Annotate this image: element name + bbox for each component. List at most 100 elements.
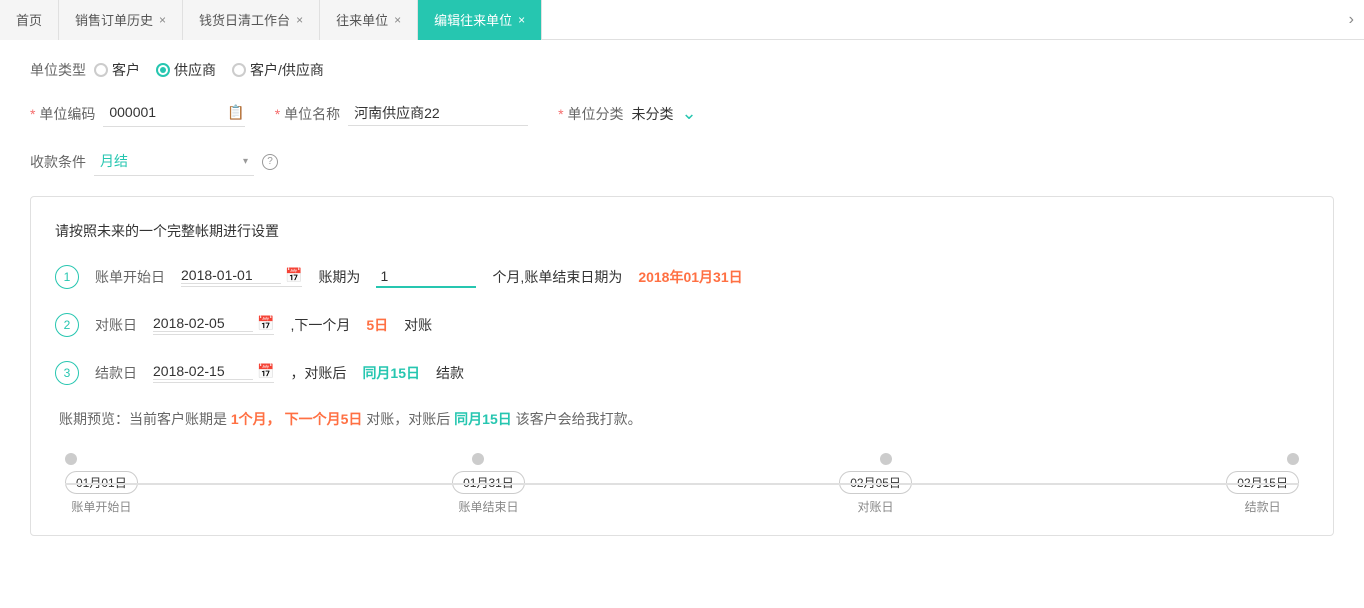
step-1-calendar-icon[interactable]: 📅	[285, 267, 302, 284]
timeline-label-0: 账单开始日	[71, 498, 131, 515]
step-2-date-input[interactable]	[153, 315, 253, 332]
step-3-calendar-icon[interactable]: 📅	[257, 363, 274, 380]
timeline-wrapper: 01月01日 账单开始日 01月31日 账单结束日 02月05日 对账日 02月…	[55, 453, 1309, 515]
step-3-row: 3 结款日 📅 ，对账后 同月15日 结款	[55, 361, 1309, 385]
tab-cashflow[interactable]: 钱货日清工作台 ×	[183, 0, 320, 40]
radio-supplier[interactable]: 供应商	[156, 60, 216, 80]
timeline-dot-1	[472, 453, 484, 465]
preview-p2: 下一个月5日	[285, 411, 363, 427]
timeline-label-1: 账单结束日	[458, 498, 518, 515]
tab-sales-history-label: 销售订单历史	[75, 10, 153, 29]
unit-classify-group: 单位分类 未分类 ⌄	[558, 103, 696, 124]
tab-counterparty-label: 往来单位	[336, 10, 388, 29]
step-1-end-date: 2018年01月31日	[638, 267, 742, 287]
unit-classify-label: 单位分类	[558, 104, 623, 124]
payment-condition-group: 收款条件 月结 ▾ ?	[30, 147, 278, 176]
timeline-point-0: 01月01日 账单开始日	[65, 471, 138, 515]
step-2-calendar-icon[interactable]: 📅	[257, 315, 274, 332]
step-3-suffix-highlight: 同月15日	[362, 363, 420, 383]
timeline-point-3: 02月15日 结款日	[1226, 471, 1299, 515]
radio-both[interactable]: 客户/供应商	[232, 60, 324, 80]
radio-customer-circle	[94, 63, 108, 77]
card-section: 请按照未来的一个完整帐期进行设置 1 账单开始日 📅 账期为 个月,账单结束日期…	[30, 196, 1334, 536]
step-2-date-wrapper: 📅	[153, 315, 274, 335]
step-1-period-unit: 个月,账单结束日期为	[492, 267, 622, 287]
step-2-suffix-highlight: 5日	[366, 315, 388, 335]
timeline-label-3: 结款日	[1245, 498, 1281, 515]
step-3-suffix-post: 结款	[436, 363, 464, 383]
step-1-label: 账单开始日	[95, 267, 165, 287]
radio-supplier-label: 供应商	[174, 60, 216, 80]
step-3-date-input[interactable]	[153, 363, 253, 380]
timeline-point-2: 02月05日 对账日	[839, 471, 912, 515]
step-1-row: 1 账单开始日 📅 账期为 个月,账单结束日期为 2018年01月31日	[55, 265, 1309, 289]
timeline-label-2: 对账日	[858, 498, 894, 515]
tab-edit-counterparty-label: 编辑往来单位	[434, 10, 512, 29]
tab-edit-counterparty[interactable]: 编辑往来单位 ×	[418, 0, 542, 40]
unit-type-label: 单位类型	[30, 60, 86, 80]
unit-name-label: 单位名称	[275, 104, 340, 124]
timeline-dot-3	[1287, 453, 1299, 465]
step-2-row: 2 对账日 📅 ,下一个月 5日 对账	[55, 313, 1309, 337]
tab-counterparty[interactable]: 往来单位 ×	[320, 0, 418, 40]
payment-condition-select[interactable]: 月结 ▾	[94, 147, 254, 176]
unit-code-label: 单位编码	[30, 104, 95, 124]
radio-group: 客户 供应商 客户/供应商	[94, 60, 324, 80]
payment-condition-row: 收款条件 月结 ▾ ?	[30, 147, 1334, 176]
tab-edit-counterparty-close[interactable]: ×	[518, 13, 525, 27]
unit-code-icon[interactable]: 📋	[227, 104, 244, 121]
tab-sales-history-close[interactable]: ×	[159, 13, 166, 27]
tab-cashflow-close[interactable]: ×	[296, 13, 303, 27]
tab-counterparty-close[interactable]: ×	[394, 13, 401, 27]
unit-classify-select[interactable]: 未分类 ⌄	[631, 103, 696, 124]
step-3-num: 3	[55, 361, 79, 385]
step-2-suffix-pre: ,下一个月	[290, 315, 350, 335]
main-content: 单位类型 客户 供应商 客户/供应商 单位编码	[0, 40, 1364, 608]
step-2-label: 对账日	[95, 315, 137, 335]
unit-info-row: 单位编码 📋 单位名称 单位分类 未分类 ⌄	[30, 100, 1334, 127]
preview-p3: 同月15日	[454, 411, 512, 427]
step-1-period-input[interactable]	[376, 266, 476, 288]
unit-code-input[interactable]	[103, 100, 223, 124]
step-1-date-input[interactable]	[181, 267, 281, 284]
timeline-point-1: 01月31日 账单结束日	[452, 471, 525, 515]
timeline-dot-0	[65, 453, 77, 465]
radio-both-label: 客户/供应商	[250, 60, 324, 80]
card-title: 请按照未来的一个完整帐期进行设置	[55, 221, 1309, 241]
unit-name-group: 单位名称	[275, 101, 528, 126]
payment-condition-dropdown-icon: ▾	[243, 156, 248, 167]
preview-mid: 对账，对账后	[366, 411, 450, 427]
step-3-date-wrapper: 📅	[153, 363, 274, 383]
radio-customer[interactable]: 客户	[94, 60, 140, 80]
preview-p1: 1个月，	[231, 411, 281, 427]
preview-text: 账期预览：当前客户账期是 1个月， 下一个月5日 对账，对账后 同月15日 该客…	[55, 409, 1309, 429]
tab-chevron-icon[interactable]: ›	[1339, 11, 1364, 29]
tab-bar: 首页 销售订单历史 × 钱货日清工作台 × 往来单位 × 编辑往来单位 × ›	[0, 0, 1364, 40]
help-icon[interactable]: ?	[262, 154, 278, 170]
payment-condition-label: 收款条件	[30, 152, 86, 172]
radio-supplier-circle	[156, 63, 170, 77]
step-2-suffix-post: 对账	[404, 315, 432, 335]
unit-code-input-wrapper: 📋	[103, 100, 244, 127]
tab-sales-history[interactable]: 销售订单历史 ×	[59, 0, 183, 40]
step-3-label: 结款日	[95, 363, 137, 383]
tab-cashflow-label: 钱货日清工作台	[199, 10, 290, 29]
step-1-period-label: 账期为	[318, 267, 360, 287]
preview-suffix: 该客户会给我打款。	[516, 411, 642, 427]
classify-dropdown-icon[interactable]: ⌄	[681, 103, 696, 124]
unit-type-row: 单位类型 客户 供应商 客户/供应商	[30, 60, 1334, 80]
unit-code-group: 单位编码 📋	[30, 100, 245, 127]
timeline-labels: 01月01日 账单开始日 01月31日 账单结束日 02月05日 对账日 02月…	[65, 471, 1299, 515]
step-2-num: 2	[55, 313, 79, 337]
unit-classify-value: 未分类	[631, 104, 673, 124]
tab-home[interactable]: 首页	[0, 0, 59, 40]
radio-both-circle	[232, 63, 246, 77]
step-1-num: 1	[55, 265, 79, 289]
step-3-suffix-pre: ，对账后	[290, 363, 346, 383]
preview-prefix: 账期预览：当前客户账期是	[59, 411, 227, 427]
timeline-dot-2	[880, 453, 892, 465]
tab-home-label: 首页	[16, 10, 42, 29]
radio-customer-label: 客户	[112, 60, 140, 80]
timeline-line	[65, 483, 1299, 485]
unit-name-input[interactable]	[348, 101, 528, 126]
